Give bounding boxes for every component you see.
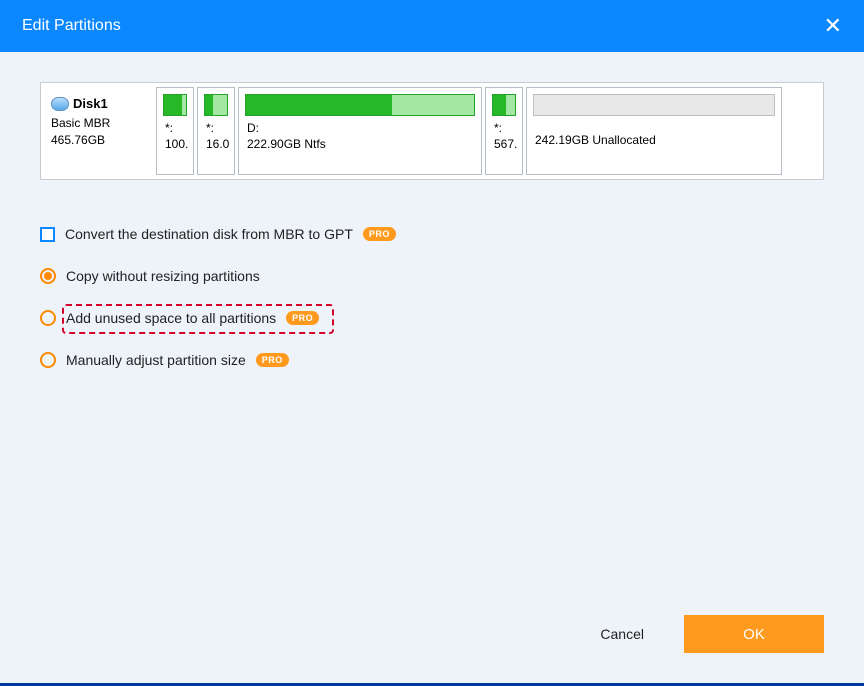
- unallocated-block[interactable]: 242.19GB Unallocated: [526, 87, 782, 175]
- dialog-title: Edit Partitions: [22, 17, 121, 35]
- partition-letter: *:: [165, 120, 187, 136]
- disk-summary: Disk1 Basic MBR 465.76GB: [45, 87, 153, 175]
- partition-info: 222.90GB Ntfs: [247, 136, 475, 152]
- dialog-content: Disk1 Basic MBR 465.76GB *: 100. *: 16.0…: [0, 52, 864, 683]
- partition-info: 100.: [165, 136, 187, 152]
- disk-type: Basic MBR: [51, 115, 147, 132]
- option-convert-mbr-gpt[interactable]: Convert the destination disk from MBR to…: [40, 226, 824, 242]
- checkbox-icon[interactable]: [40, 227, 55, 242]
- option-label: Manually adjust partition size: [66, 352, 246, 368]
- ok-button[interactable]: OK: [684, 615, 824, 653]
- close-icon[interactable]: ✕: [824, 15, 842, 37]
- option-label: Convert the destination disk from MBR to…: [65, 226, 353, 242]
- partition-info: 16.0: [206, 136, 228, 152]
- titlebar: Edit Partitions ✕: [0, 0, 864, 52]
- option-copy-no-resize[interactable]: Copy without resizing partitions: [40, 268, 824, 284]
- disk-icon: [51, 97, 69, 111]
- option-manual-adjust[interactable]: Manually adjust partition size PRO: [40, 352, 824, 368]
- disk-name: Disk1: [73, 95, 108, 113]
- disk-size: 465.76GB: [51, 132, 147, 149]
- option-add-unused-space[interactable]: Add unused space to all partitions PRO: [40, 310, 824, 326]
- option-label: Copy without resizing partitions: [66, 268, 260, 284]
- dialog-footer: Cancel OK: [600, 615, 824, 653]
- option-label: Add unused space to all partitions: [66, 310, 276, 326]
- radio-icon[interactable]: [40, 268, 56, 284]
- partition-letter: *:: [206, 120, 228, 136]
- options-group: Convert the destination disk from MBR to…: [40, 226, 824, 368]
- partition-letter: *:: [494, 120, 516, 136]
- partition-info: 567.: [494, 136, 516, 152]
- radio-icon[interactable]: [40, 310, 56, 326]
- radio-icon[interactable]: [40, 352, 56, 368]
- partition-block[interactable]: *: 16.0: [197, 87, 235, 175]
- partition-letter: D:: [247, 120, 475, 136]
- partition-block[interactable]: *: 567.: [485, 87, 523, 175]
- pro-badge: PRO: [256, 353, 289, 367]
- unallocated-label: 242.19GB Unallocated: [535, 132, 775, 148]
- disk-panel: Disk1 Basic MBR 465.76GB *: 100. *: 16.0…: [40, 82, 824, 180]
- cancel-button[interactable]: Cancel: [600, 626, 644, 642]
- partition-block[interactable]: D: 222.90GB Ntfs: [238, 87, 482, 175]
- partition-block[interactable]: *: 100.: [156, 87, 194, 175]
- pro-badge: PRO: [286, 311, 319, 325]
- pro-badge: PRO: [363, 227, 396, 241]
